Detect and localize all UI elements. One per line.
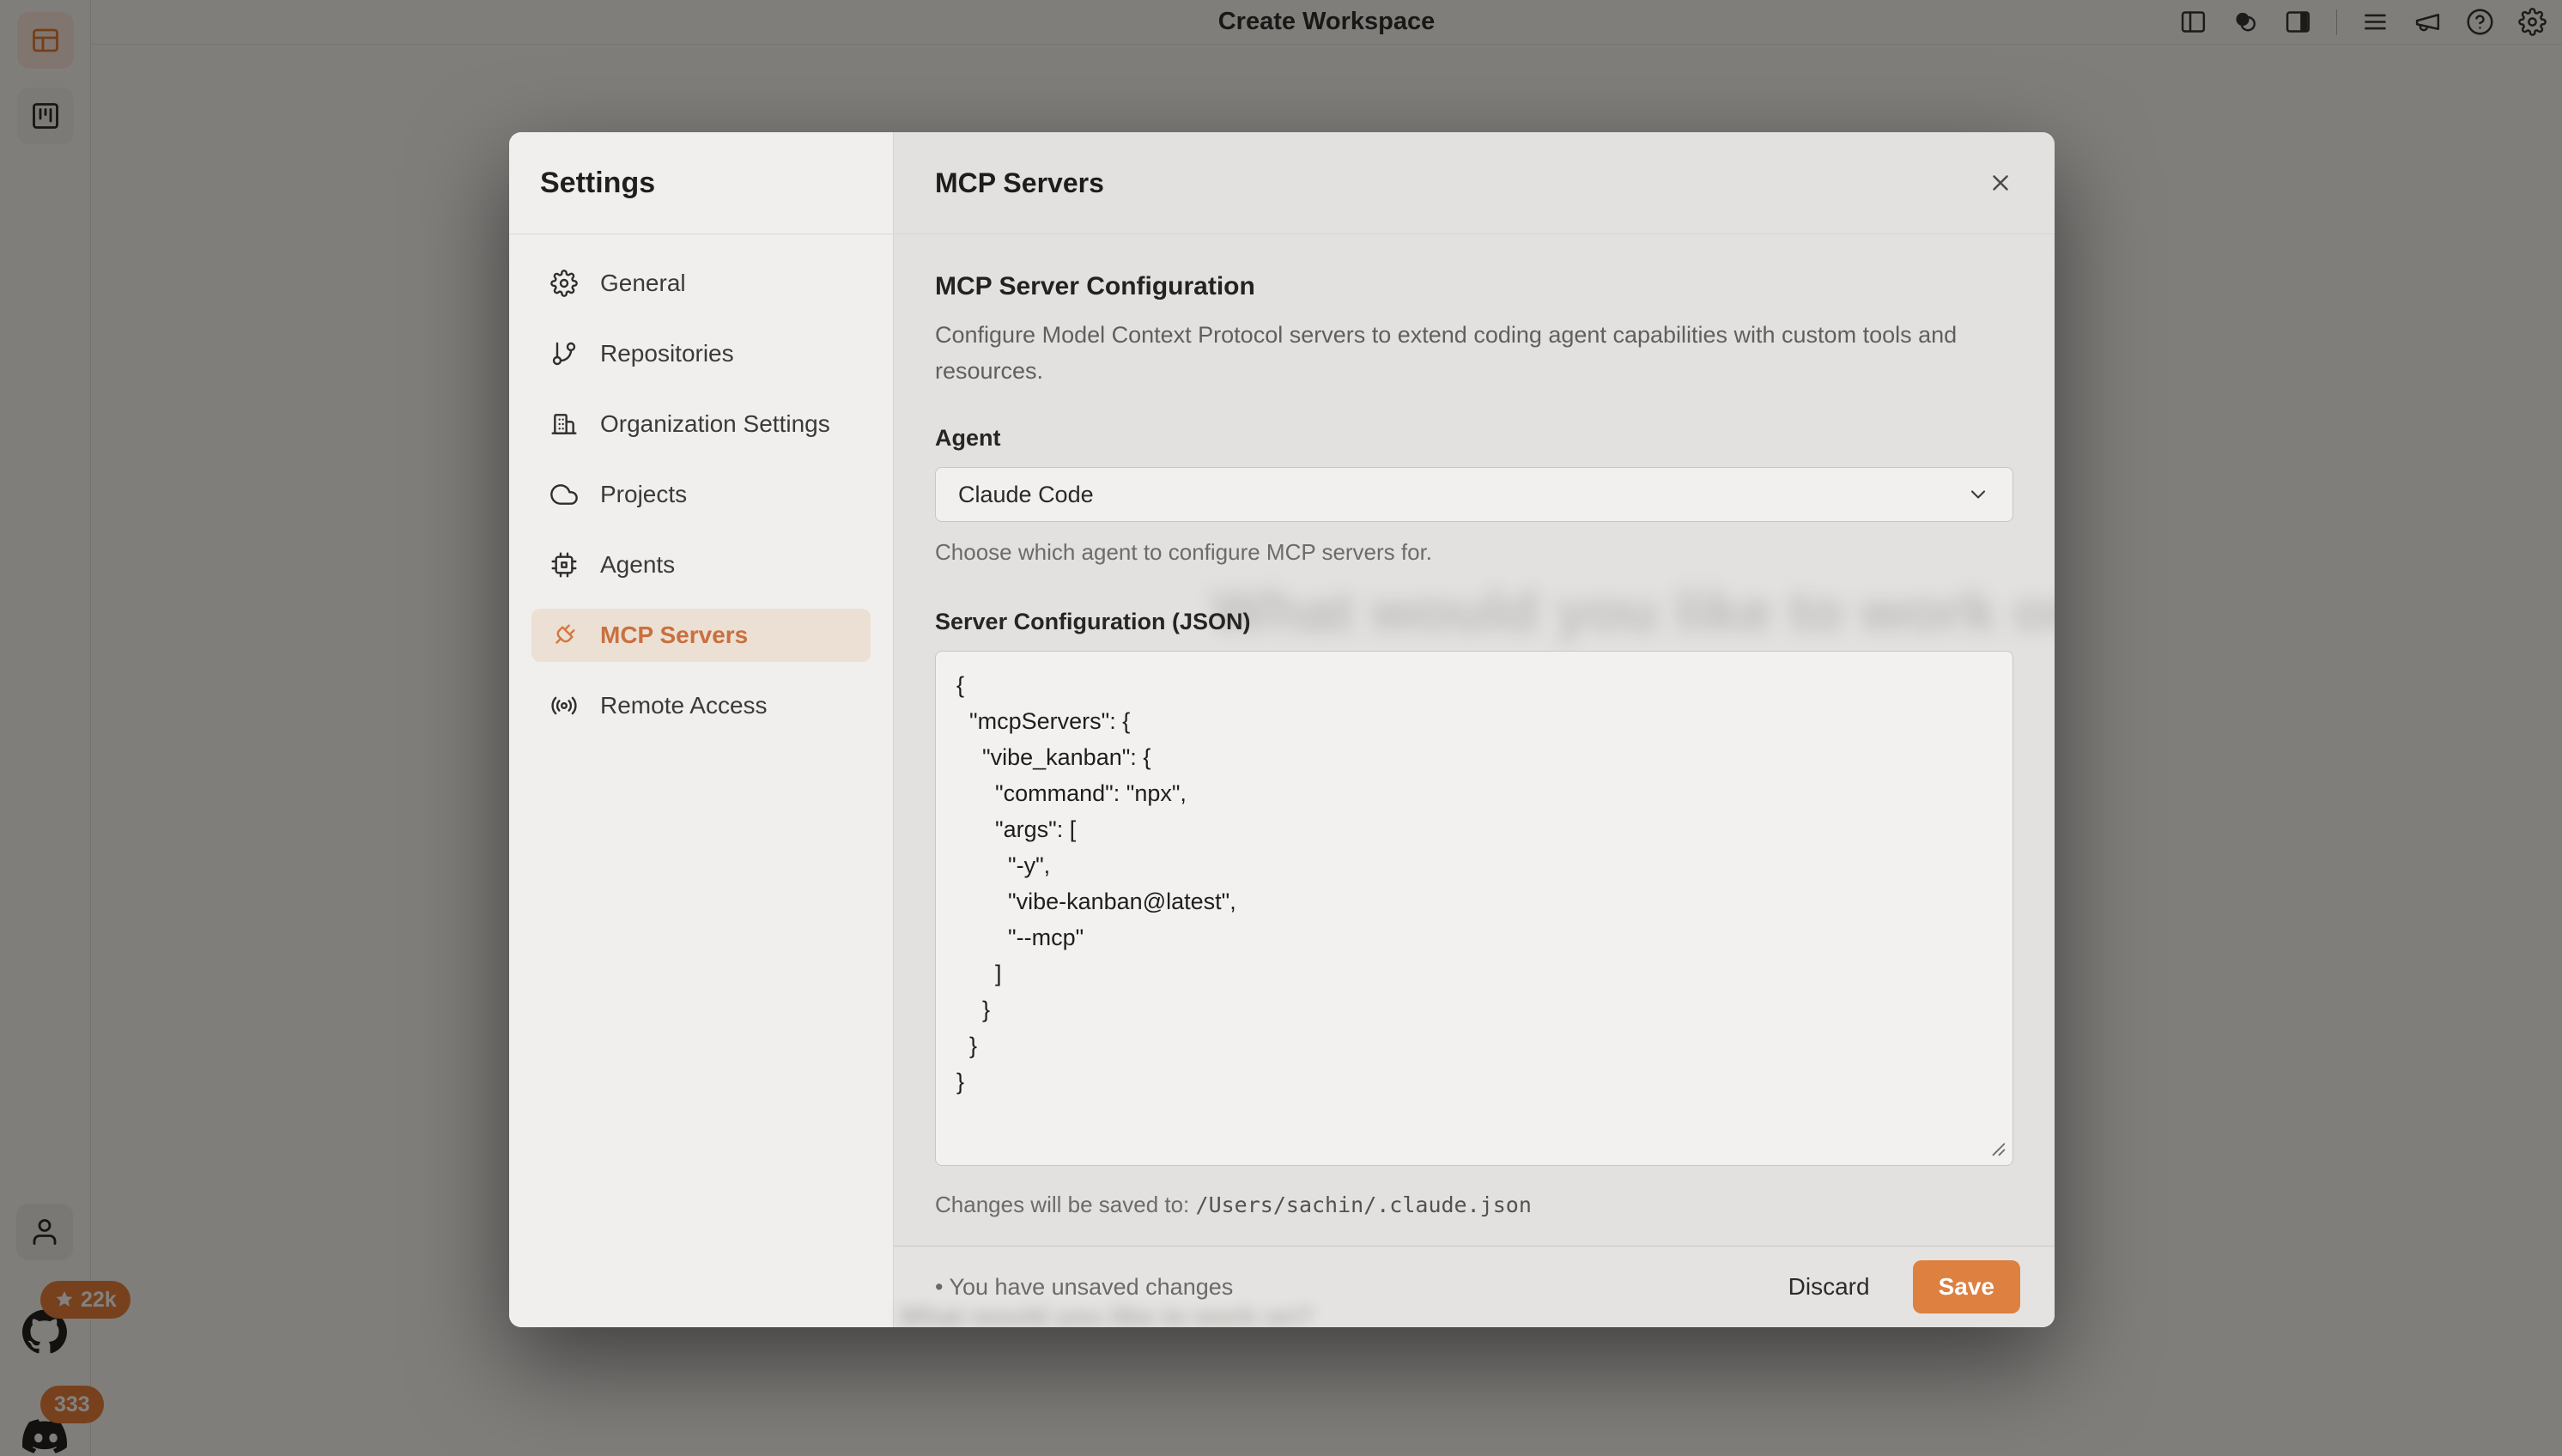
settings-title: Settings <box>509 132 893 234</box>
json-config-textarea[interactable]: { "mcpServers": { "vibe_kanban": { "comm… <box>935 651 2013 1166</box>
sidebar-item-remote-access[interactable]: Remote Access <box>531 679 871 732</box>
pane-title: MCP Servers <box>935 167 1104 198</box>
save-path-prefix: Changes will be saved to: <box>935 1192 1190 1217</box>
chevron-down-icon <box>1966 482 1990 507</box>
sidebar-item-projects[interactable]: Projects <box>531 468 871 521</box>
building-icon <box>550 410 578 438</box>
agent-select-value: Claude Code <box>958 481 1094 507</box>
discard-button[interactable]: Discard <box>1783 1272 1875 1301</box>
sidebar-item-mcp-servers[interactable]: MCP Servers <box>531 609 871 662</box>
settings-sidebar: Settings General Repositories Organizati… <box>509 132 894 1327</box>
sidebar-item-agents[interactable]: Agents <box>531 538 871 592</box>
close-button[interactable] <box>1981 163 2020 203</box>
modal-footer: What would you like to work on? • You ha… <box>894 1246 2055 1327</box>
cloud-icon <box>550 481 578 508</box>
agent-help-text: Choose which agent to configure MCP serv… <box>935 539 1433 565</box>
save-path-value: /Users/sachin/.claude.json <box>1195 1192 1532 1217</box>
save-button[interactable]: Save <box>1912 1260 2020 1313</box>
cpu-icon <box>550 551 578 579</box>
section-title: MCP Server Configuration <box>935 272 1255 300</box>
sidebar-item-label: Organization Settings <box>600 410 830 437</box>
close-icon <box>1988 170 2013 196</box>
agent-select[interactable]: Claude Code <box>935 467 2013 522</box>
sidebar-item-repositories[interactable]: Repositories <box>531 327 871 380</box>
broadcast-icon <box>550 692 578 719</box>
screen: 22k 333 Create Workspace <box>0 0 2562 1456</box>
sidebar-item-label: Projects <box>600 481 688 507</box>
save-path-note: Changes will be saved to: /Users/sachin/… <box>935 1192 2013 1218</box>
sidebar-item-label: Repositories <box>600 340 734 367</box>
mcp-config-content: What would you like to work on? MCP Serv… <box>894 234 2055 1247</box>
git-branch-icon <box>550 340 578 367</box>
sidebar-item-label: MCP Servers <box>600 622 749 648</box>
gear-icon <box>550 270 578 297</box>
sidebar-item-label: Remote Access <box>600 692 768 719</box>
json-config-label: Server Configuration (JSON) <box>935 609 1251 634</box>
settings-main-panel: MCP Servers What would you like to work … <box>894 132 2055 1327</box>
unsaved-changes-indicator: • You have unsaved changes <box>935 1273 1234 1300</box>
section-description: Configure Model Context Protocol servers… <box>935 322 1958 384</box>
ghost-underlay-text-footer: What would you like to work on? <box>899 1301 1314 1327</box>
settings-nav: General Repositories Organization Settin… <box>509 234 893 749</box>
agent-label: Agent <box>935 425 1001 451</box>
sidebar-item-general[interactable]: General <box>531 257 871 310</box>
resize-grip-icon[interactable] <box>1984 1135 2008 1159</box>
sidebar-item-label: General <box>600 270 686 296</box>
sidebar-item-label: Agents <box>600 551 676 578</box>
settings-modal: Settings General Repositories Organizati… <box>509 132 2055 1327</box>
sidebar-item-organization-settings[interactable]: Organization Settings <box>531 397 871 451</box>
plug-icon <box>550 622 578 649</box>
